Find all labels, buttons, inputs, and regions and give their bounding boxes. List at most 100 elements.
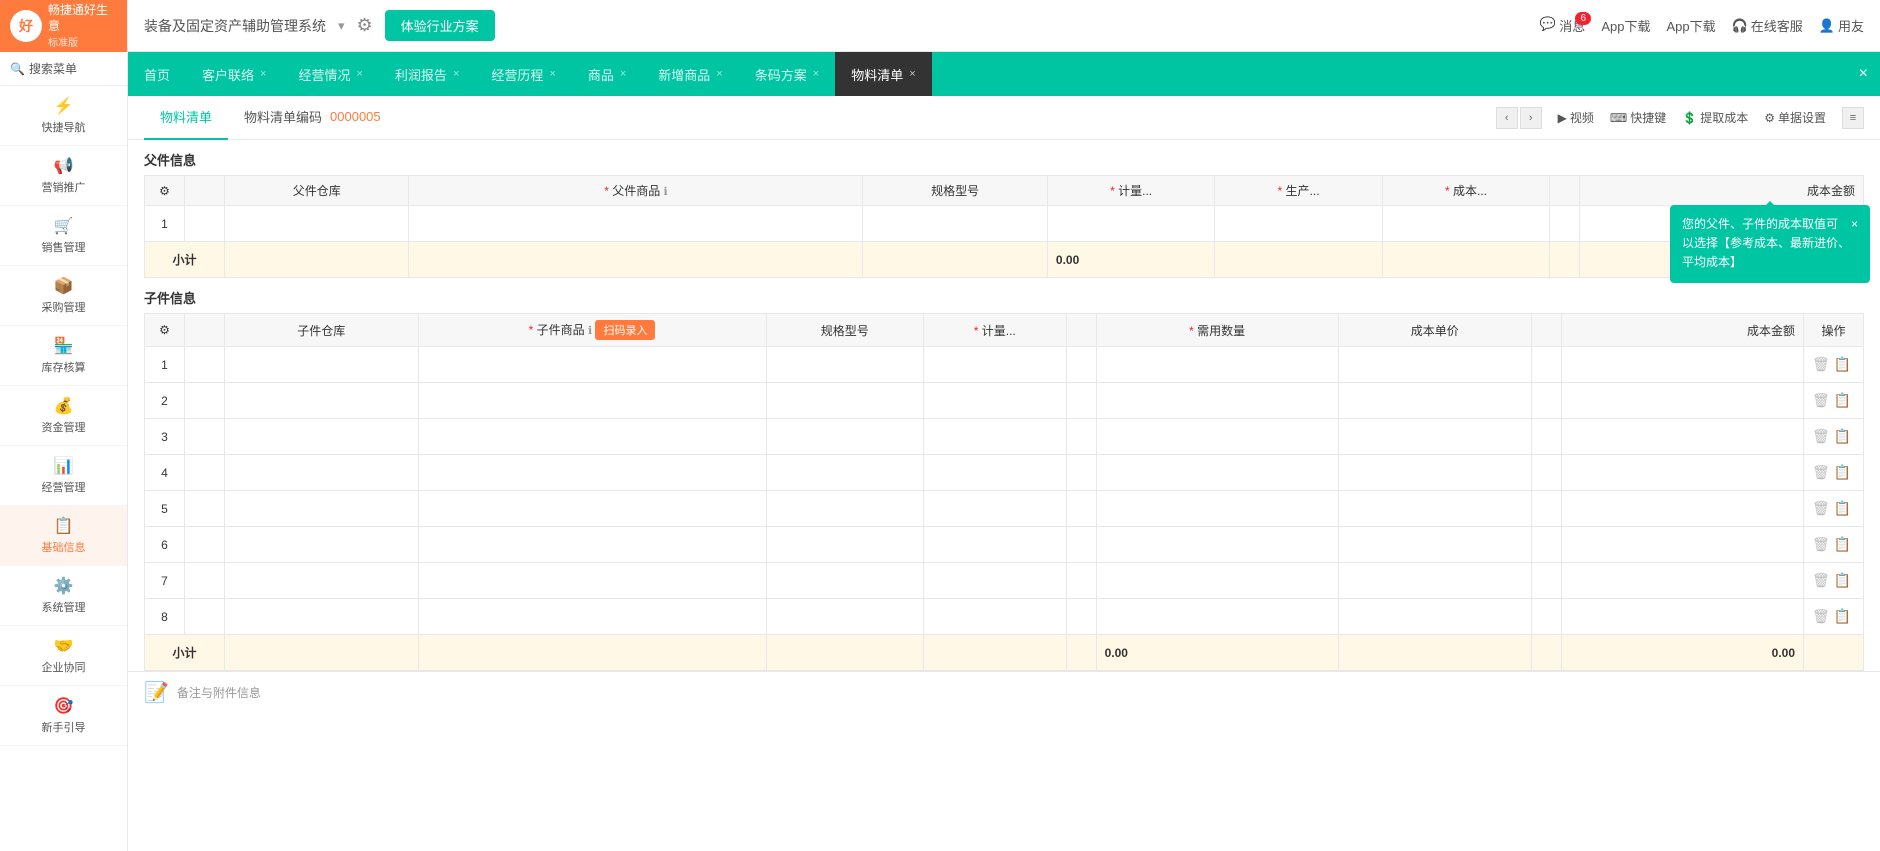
parent-row-1-production[interactable]	[1215, 206, 1382, 242]
dropdown-arrow[interactable]: ▾	[338, 18, 345, 34]
parent-row-1-unit[interactable]	[1047, 206, 1214, 242]
child-row-7-quantity[interactable]	[1096, 563, 1338, 599]
child-row-3-quantity[interactable]	[1096, 419, 1338, 455]
close-tab-profit[interactable]: ×	[453, 68, 459, 80]
child-row-5-unit[interactable]	[923, 491, 1066, 527]
tab-barcode[interactable]: 条码方案 ×	[739, 52, 835, 96]
search-menu[interactable]: 🔍 搜索菜单	[0, 52, 127, 86]
tab-goods[interactable]: 商品 ×	[572, 52, 642, 96]
toolbar-cost[interactable]: 💲 提取成本	[1682, 109, 1748, 126]
parent-row-1-goods[interactable]	[409, 206, 863, 242]
toolbar-shortcut[interactable]: ⌨ 快捷键	[1610, 109, 1666, 126]
child-row-1-unit-cost[interactable]	[1338, 347, 1532, 383]
child-row-6-quantity[interactable]	[1096, 527, 1338, 563]
delete-icon-4[interactable]: 🗑	[1812, 464, 1830, 481]
child-row-6-unit-cost[interactable]	[1338, 527, 1532, 563]
tab-new-goods[interactable]: 新增商品 ×	[642, 52, 738, 96]
child-row-7-spec[interactable]	[766, 563, 923, 599]
child-row-3-unit-cost[interactable]	[1338, 419, 1532, 455]
close-tab-new-goods[interactable]: ×	[716, 68, 722, 80]
close-tab-operations[interactable]: ×	[356, 68, 362, 80]
tab-bom[interactable]: 物料清单 ×	[835, 52, 931, 96]
child-row-7-unit[interactable]	[923, 563, 1066, 599]
child-row-4-unit[interactable]	[923, 455, 1066, 491]
nav-next[interactable]: ›	[1520, 107, 1542, 129]
toolbar-single-setting[interactable]: ⚙ 单据设置	[1764, 109, 1826, 126]
child-row-1-quantity[interactable]	[1096, 347, 1338, 383]
child-row-2-quantity[interactable]	[1096, 383, 1338, 419]
experience-btn[interactable]: 体验行业方案	[385, 10, 495, 41]
copy-icon-4[interactable]: 📋	[1834, 464, 1851, 481]
child-row-4-goods[interactable]	[418, 455, 766, 491]
copy-icon-7[interactable]: 📋	[1834, 572, 1851, 589]
delete-icon-7[interactable]: 🗑	[1812, 572, 1830, 589]
child-row-6-spec[interactable]	[766, 527, 923, 563]
message-badge[interactable]: 💬 6 消息	[1539, 16, 1585, 35]
delete-icon-1[interactable]: 🗑	[1812, 356, 1830, 373]
app-download[interactable]: App下载	[1601, 16, 1650, 35]
sidebar-item-cooperation[interactable]: 🤝 企业协同	[0, 626, 127, 686]
child-row-5-warehouse[interactable]	[225, 491, 419, 527]
scan-btn[interactable]: 扫码录入	[595, 320, 655, 340]
copy-icon-5[interactable]: 📋	[1834, 500, 1851, 517]
copy-icon-2[interactable]: 📋	[1834, 392, 1851, 409]
sidebar-item-system[interactable]: ⚙️ 系统管理	[0, 566, 127, 626]
child-row-6-unit[interactable]	[923, 527, 1066, 563]
delete-icon-5[interactable]: 🗑	[1812, 500, 1830, 517]
toolbar-video[interactable]: ▶ 视频	[1558, 109, 1594, 126]
child-row-3-unit[interactable]	[923, 419, 1066, 455]
child-row-7-goods[interactable]	[418, 563, 766, 599]
sidebar-item-marketing[interactable]: 📢 营销推广	[0, 146, 127, 206]
child-row-1-spec[interactable]	[766, 347, 923, 383]
child-row-8-spec[interactable]	[766, 599, 923, 635]
user-avatar[interactable]: 👤 用友	[1819, 16, 1864, 35]
sidebar-item-sales[interactable]: 🛒 销售管理	[0, 206, 127, 266]
child-row-6-warehouse[interactable]	[225, 527, 419, 563]
expand-icon[interactable]: ≡	[1842, 107, 1864, 129]
parent-col-settings[interactable]: ⚙	[145, 176, 185, 206]
sidebar-item-purchase[interactable]: 📦 采购管理	[0, 266, 127, 326]
close-tab-barcode[interactable]: ×	[813, 68, 819, 80]
child-row-1-goods[interactable]	[418, 347, 766, 383]
child-col-settings[interactable]: ⚙	[145, 314, 185, 347]
copy-icon-1[interactable]: 📋	[1834, 356, 1851, 373]
copy-icon-3[interactable]: 📋	[1834, 428, 1851, 445]
parent-row-1-warehouse[interactable]	[225, 206, 409, 242]
app-download-label[interactable]: App下载	[1666, 16, 1715, 35]
delete-icon-2[interactable]: 🗑	[1812, 392, 1830, 409]
tab-history[interactable]: 经营历程 ×	[475, 52, 571, 96]
sidebar-item-operation[interactable]: 📊 经营管理	[0, 446, 127, 506]
tab-home[interactable]: 首页	[128, 52, 186, 96]
child-row-7-unit-cost[interactable]	[1338, 563, 1532, 599]
child-row-8-goods[interactable]	[418, 599, 766, 635]
delete-icon-3[interactable]: 🗑	[1812, 428, 1830, 445]
child-row-4-quantity[interactable]	[1096, 455, 1338, 491]
nav-prev[interactable]: ‹	[1496, 107, 1518, 129]
child-row-4-spec[interactable]	[766, 455, 923, 491]
settings-icon[interactable]: ⚙	[357, 15, 373, 36]
child-row-4-warehouse[interactable]	[225, 455, 419, 491]
child-row-2-unit-cost[interactable]	[1338, 383, 1532, 419]
delete-icon-6[interactable]: 🗑	[1812, 536, 1830, 553]
online-service[interactable]: 🎧 在线客服	[1732, 16, 1803, 35]
child-row-2-warehouse[interactable]	[225, 383, 419, 419]
child-row-8-warehouse[interactable]	[225, 599, 419, 635]
child-row-3-spec[interactable]	[766, 419, 923, 455]
sidebar-item-finance[interactable]: 💰 资金管理	[0, 386, 127, 446]
delete-icon-8[interactable]: 🗑	[1812, 608, 1830, 625]
child-row-7-warehouse[interactable]	[225, 563, 419, 599]
close-tab-history[interactable]: ×	[549, 68, 555, 80]
child-row-2-goods[interactable]	[418, 383, 766, 419]
close-tab-goods[interactable]: ×	[620, 68, 626, 80]
child-row-5-spec[interactable]	[766, 491, 923, 527]
sidebar-item-inventory[interactable]: 🏪 库存核算	[0, 326, 127, 386]
child-row-2-spec[interactable]	[766, 383, 923, 419]
child-row-8-unit[interactable]	[923, 599, 1066, 635]
tab-profit[interactable]: 利润报告 ×	[379, 52, 475, 96]
sidebar-item-quick-nav[interactable]: ⚡ 快捷导航	[0, 86, 127, 146]
copy-icon-6[interactable]: 📋	[1834, 536, 1851, 553]
parent-row-1-cost[interactable]	[1382, 206, 1549, 242]
close-tab-customer[interactable]: ×	[260, 68, 266, 80]
child-row-1-warehouse[interactable]	[225, 347, 419, 383]
sub-tab-bom-code[interactable]: 物料清单编码 0000005	[228, 96, 397, 140]
